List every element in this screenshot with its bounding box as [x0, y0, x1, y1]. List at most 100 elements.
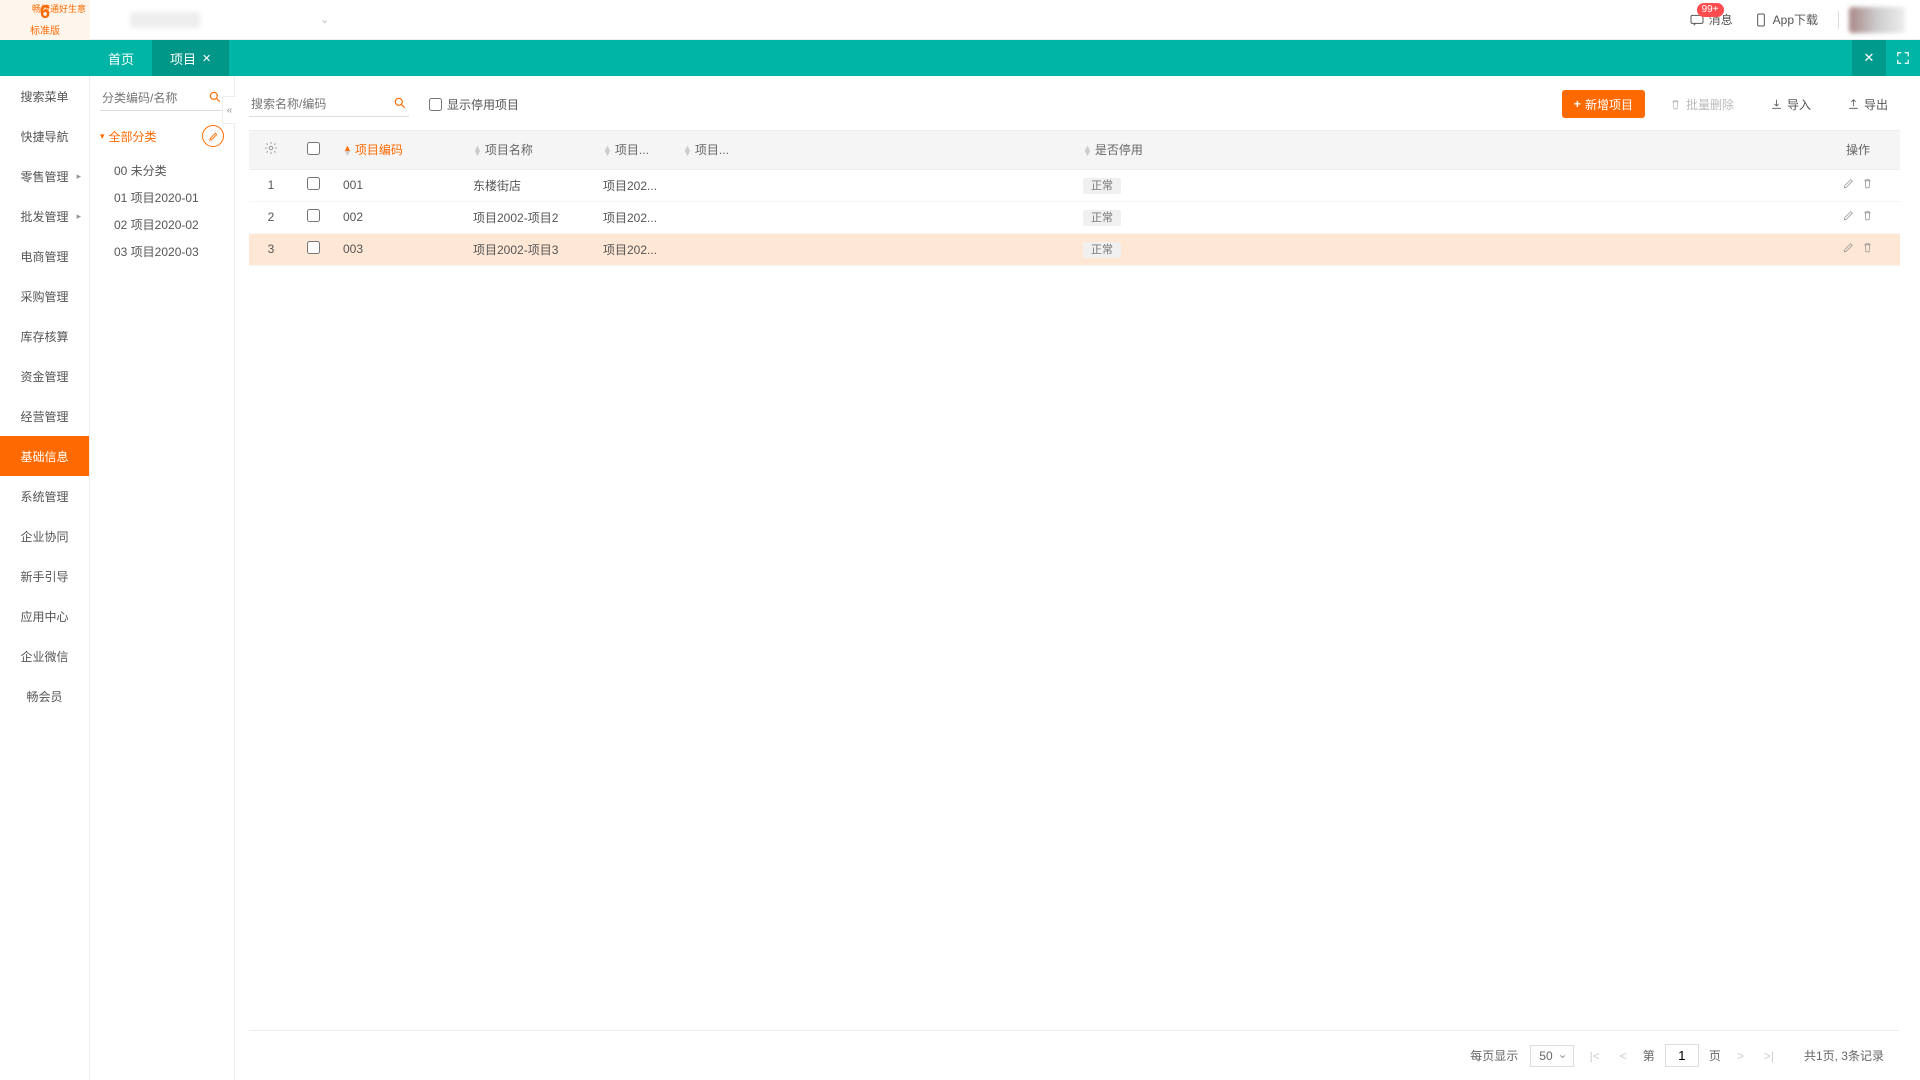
sidebar-item-14[interactable]: 企业微信: [0, 636, 89, 676]
col-settings[interactable]: [249, 131, 293, 169]
import-icon: [1770, 98, 1783, 111]
tab-bar: 首页 项目 ✕ ✕: [0, 40, 1920, 76]
cell-ops: [1816, 169, 1900, 201]
page-next[interactable]: >: [1733, 1049, 1748, 1063]
search-icon[interactable]: [393, 96, 407, 113]
row-delete-button[interactable]: [1861, 177, 1874, 193]
message-badge: 99+: [1697, 3, 1724, 17]
sidebar-item-0[interactable]: 搜索菜单: [0, 76, 89, 116]
collapse-tree-button[interactable]: «: [222, 96, 236, 124]
tree-all-label: 全部分类: [109, 128, 157, 145]
company-selector[interactable]: ⌄: [130, 12, 329, 28]
fullscreen-button[interactable]: [1886, 40, 1920, 76]
page-first[interactable]: |<: [1586, 1049, 1604, 1063]
tree-all-categories[interactable]: ▾ 全部分类: [100, 128, 202, 145]
sidebar-item-7[interactable]: 资金管理: [0, 356, 89, 396]
export-button[interactable]: 导出: [1835, 90, 1900, 118]
tree-search-input[interactable]: [100, 86, 224, 111]
cell-c4: [673, 233, 1073, 265]
show-disabled-input[interactable]: [429, 98, 442, 111]
trash-icon: [1669, 98, 1682, 111]
show-disabled-label: 显示停用项目: [447, 96, 519, 113]
tree-list: 00 未分类01 项目2020-0102 项目2020-0203 项目2020-…: [90, 157, 234, 265]
chevron-right-icon: ▸: [76, 171, 81, 182]
col-checkbox[interactable]: [293, 131, 333, 169]
table-row[interactable]: 1001东楼街店项目202...正常: [249, 169, 1900, 201]
sidebar-item-13[interactable]: 应用中心: [0, 596, 89, 636]
close-icon[interactable]: ✕: [202, 52, 211, 65]
sidebar-item-11[interactable]: 企业协同: [0, 516, 89, 556]
import-button[interactable]: 导入: [1758, 90, 1823, 118]
export-icon: [1847, 98, 1860, 111]
batch-delete-label: 批量删除: [1686, 96, 1734, 113]
fullscreen-icon: [1896, 51, 1910, 65]
page-last[interactable]: >|: [1760, 1049, 1778, 1063]
col-3[interactable]: ▲▼项目...: [593, 131, 673, 169]
sidebar-item-12[interactable]: 新手引导: [0, 556, 89, 596]
row-edit-button[interactable]: [1842, 209, 1855, 225]
batch-delete-button[interactable]: 批量删除: [1657, 90, 1746, 118]
row-checkbox[interactable]: [307, 241, 320, 254]
brand-logo[interactable]: 6 标准版 畅捷通好生意: [0, 0, 90, 40]
tab-project[interactable]: 项目 ✕: [152, 40, 229, 76]
cell-c4: [673, 169, 1073, 201]
sidebar-item-8[interactable]: 经营管理: [0, 396, 89, 436]
row-checkbox[interactable]: [307, 209, 320, 222]
show-disabled-checkbox[interactable]: 显示停用项目: [429, 96, 519, 113]
page-input[interactable]: [1665, 1044, 1699, 1067]
cell-status: 正常: [1073, 233, 1816, 265]
sidebar-item-4[interactable]: 电商管理: [0, 236, 89, 276]
tree-item-2[interactable]: 02 项目2020-02: [114, 211, 234, 238]
col-ops: 操作: [1816, 131, 1900, 169]
table-row[interactable]: 2002项目2002-项目2项目202...正常: [249, 201, 1900, 233]
tab-home[interactable]: 首页: [90, 40, 152, 76]
tree-item-3[interactable]: 03 项目2020-03: [114, 238, 234, 265]
company-name-blur: [130, 12, 200, 28]
row-checkbox[interactable]: [307, 177, 320, 190]
project-table: ▲▼项目编码 ▲▼项目名称 ▲▼项目... ▲▼项目... ▲▼是否停用 操作 …: [249, 130, 1900, 1030]
cell-c4: [673, 201, 1073, 233]
search-input[interactable]: [249, 92, 409, 117]
phone-icon: [1753, 12, 1769, 28]
page-prev[interactable]: <: [1616, 1049, 1631, 1063]
sidebar-item-9[interactable]: 基础信息: [0, 436, 89, 476]
per-page-label: 每页显示: [1470, 1047, 1518, 1064]
search-icon[interactable]: [208, 90, 222, 107]
sidebar-item-5[interactable]: 采购管理: [0, 276, 89, 316]
brand-top: 畅捷通好生意: [32, 2, 86, 15]
chevron-right-icon: ▸: [76, 211, 81, 222]
row-edit-button[interactable]: [1842, 241, 1855, 257]
select-all-checkbox[interactable]: [307, 142, 320, 155]
cell-code: 001: [333, 169, 463, 201]
col-name[interactable]: ▲▼项目名称: [463, 131, 593, 169]
sidebar-item-1[interactable]: 快捷导航: [0, 116, 89, 156]
close-all-tabs[interactable]: ✕: [1852, 40, 1886, 76]
page-prefix: 第: [1643, 1047, 1655, 1064]
import-label: 导入: [1787, 96, 1811, 113]
edit-category-button[interactable]: [202, 125, 224, 147]
sidebar-item-2[interactable]: 零售管理▸: [0, 156, 89, 196]
row-delete-button[interactable]: [1861, 209, 1874, 225]
page-summary: 共1页, 3条记录: [1804, 1047, 1884, 1064]
plus-icon: +: [1574, 97, 1581, 111]
per-page-select[interactable]: 50: [1530, 1045, 1573, 1067]
messages-button[interactable]: 99+ 消息: [1689, 11, 1733, 28]
row-edit-button[interactable]: [1842, 177, 1855, 193]
col-status[interactable]: ▲▼是否停用: [1073, 131, 1816, 169]
cell-c3: 项目202...: [593, 233, 673, 265]
cell-status: 正常: [1073, 169, 1816, 201]
tree-item-1[interactable]: 01 项目2020-01: [114, 184, 234, 211]
sidebar-item-3[interactable]: 批发管理▸: [0, 196, 89, 236]
col-4[interactable]: ▲▼项目...: [673, 131, 1073, 169]
table-row[interactable]: 3003项目2002-项目3项目202...正常: [249, 233, 1900, 265]
sidebar-item-15[interactable]: 畅会员: [0, 676, 89, 716]
col-code[interactable]: ▲▼项目编码: [333, 131, 463, 169]
user-avatar[interactable]: [1849, 7, 1905, 33]
app-download-button[interactable]: App下载: [1753, 11, 1818, 28]
row-delete-button[interactable]: [1861, 241, 1874, 257]
sidebar-item-10[interactable]: 系统管理: [0, 476, 89, 516]
add-project-button[interactable]: + 新增项目: [1562, 90, 1645, 118]
tree-item-0[interactable]: 00 未分类: [114, 157, 234, 184]
cell-code: 003: [333, 233, 463, 265]
sidebar-item-6[interactable]: 库存核算: [0, 316, 89, 356]
